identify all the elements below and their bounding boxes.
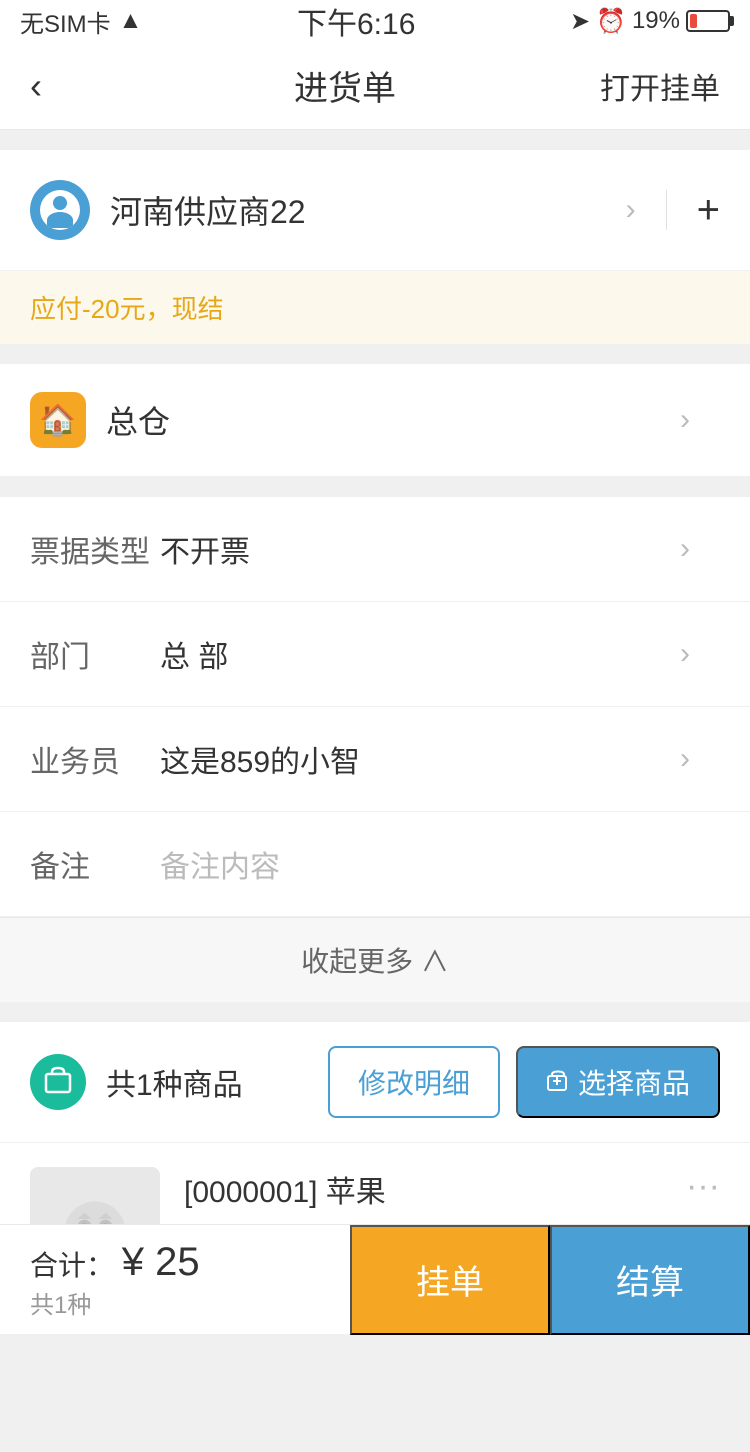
- alarm-icon: ⏰: [596, 7, 626, 36]
- invoice-value: 不开票: [160, 527, 680, 571]
- form-card: 票据类型 不开票 › 部门 总 部 › 业务员 这是859的小智 › 备注 备注…: [0, 497, 750, 1002]
- product-name: [0000001] 苹果: [184, 1167, 652, 1211]
- select-product-button[interactable]: 选择商品: [516, 1046, 720, 1118]
- remark-label: 备注: [30, 842, 160, 886]
- status-bar: 无SIM卡 ▲ 下午6:16 ➤ ⏰ 19%: [0, 0, 750, 42]
- supplier-row[interactable]: 河南供应商22 › +: [0, 150, 750, 271]
- invoice-row[interactable]: 票据类型 不开票 ›: [0, 497, 750, 602]
- invoice-label: 票据类型: [30, 527, 160, 571]
- select-cart-icon: [546, 1070, 570, 1094]
- cart-icon: [42, 1066, 74, 1098]
- salesperson-chevron-icon: ›: [680, 742, 690, 776]
- remark-placeholder: 备注内容: [160, 842, 720, 886]
- remark-row[interactable]: 备注 备注内容: [0, 812, 750, 917]
- product-menu-button[interactable]: ···: [676, 1167, 720, 1206]
- edit-detail-button[interactable]: 修改明细: [328, 1046, 500, 1118]
- location-icon: ➤: [570, 7, 590, 36]
- settle-button[interactable]: 结算: [550, 1225, 750, 1335]
- supplier-card: 河南供应商22 › + 应付-20元，现结: [0, 150, 750, 344]
- collapse-button[interactable]: 收起更多 ∧: [0, 917, 750, 1002]
- avatar-inner: [40, 190, 80, 230]
- supplier-name: 河南供应商22: [110, 187, 626, 233]
- warehouse-icon: 🏠: [30, 392, 86, 448]
- department-value: 总 部: [160, 632, 680, 676]
- warehouse-chevron-icon: ›: [680, 403, 690, 437]
- product-count-label: 共1种商品: [106, 1060, 328, 1104]
- section-gap-4: [0, 1002, 750, 1022]
- add-supplier-button[interactable]: +: [697, 188, 720, 233]
- nav-bar: ‹ 进货单 打开挂单: [0, 42, 750, 130]
- department-label: 部门: [30, 632, 160, 676]
- supplier-avatar: [30, 180, 90, 240]
- total-line: 合计： ¥ 25: [30, 1240, 320, 1285]
- total-amount: ¥ 25: [122, 1240, 200, 1284]
- warehouse-card: 🏠 总仓 ›: [0, 364, 750, 477]
- department-chevron-icon: ›: [680, 637, 690, 671]
- bottom-bar: 合计： ¥ 25 共1种 挂单 结算: [0, 1224, 750, 1334]
- product-count-icon: [30, 1054, 86, 1110]
- carrier-label: 无SIM卡: [20, 4, 111, 39]
- open-hang-button[interactable]: 打开挂单: [600, 64, 720, 108]
- salesperson-value: 这是859的小智: [160, 737, 680, 781]
- department-row[interactable]: 部门 总 部 ›: [0, 602, 750, 707]
- battery-icon: [686, 10, 730, 32]
- page-title: 进货单: [294, 61, 396, 110]
- vertical-divider: [666, 190, 667, 230]
- salesperson-label: 业务员: [30, 737, 160, 781]
- section-gap-3: [0, 477, 750, 497]
- hang-button[interactable]: 挂单: [350, 1225, 550, 1335]
- product-header: 共1种商品 修改明细 选择商品: [0, 1022, 750, 1143]
- supplier-chevron-icon: ›: [626, 193, 636, 227]
- total-count: 共1种: [30, 1285, 320, 1320]
- back-button[interactable]: ‹: [30, 65, 90, 107]
- total-label: 合计：: [30, 1250, 114, 1281]
- select-product-label: 选择商品: [578, 1062, 690, 1102]
- salesperson-row[interactable]: 业务员 这是859的小智 ›: [0, 707, 750, 812]
- battery-label: 19%: [632, 7, 680, 35]
- product-id: [0000001]: [184, 1176, 326, 1209]
- warehouse-row[interactable]: 🏠 总仓 ›: [0, 364, 750, 477]
- wifi-icon: ▲: [119, 7, 143, 35]
- total-section: 合计： ¥ 25 共1种: [0, 1240, 350, 1320]
- status-right: ➤ ⏰ 19%: [570, 7, 730, 36]
- warehouse-name: 总仓: [106, 397, 680, 443]
- status-time: 下午6:16: [297, 0, 415, 43]
- invoice-chevron-icon: ›: [680, 532, 690, 566]
- status-left: 无SIM卡 ▲: [20, 4, 142, 39]
- supplier-notice: 应付-20元，现结: [0, 271, 750, 344]
- section-gap-1: [0, 130, 750, 150]
- section-gap-2: [0, 344, 750, 364]
